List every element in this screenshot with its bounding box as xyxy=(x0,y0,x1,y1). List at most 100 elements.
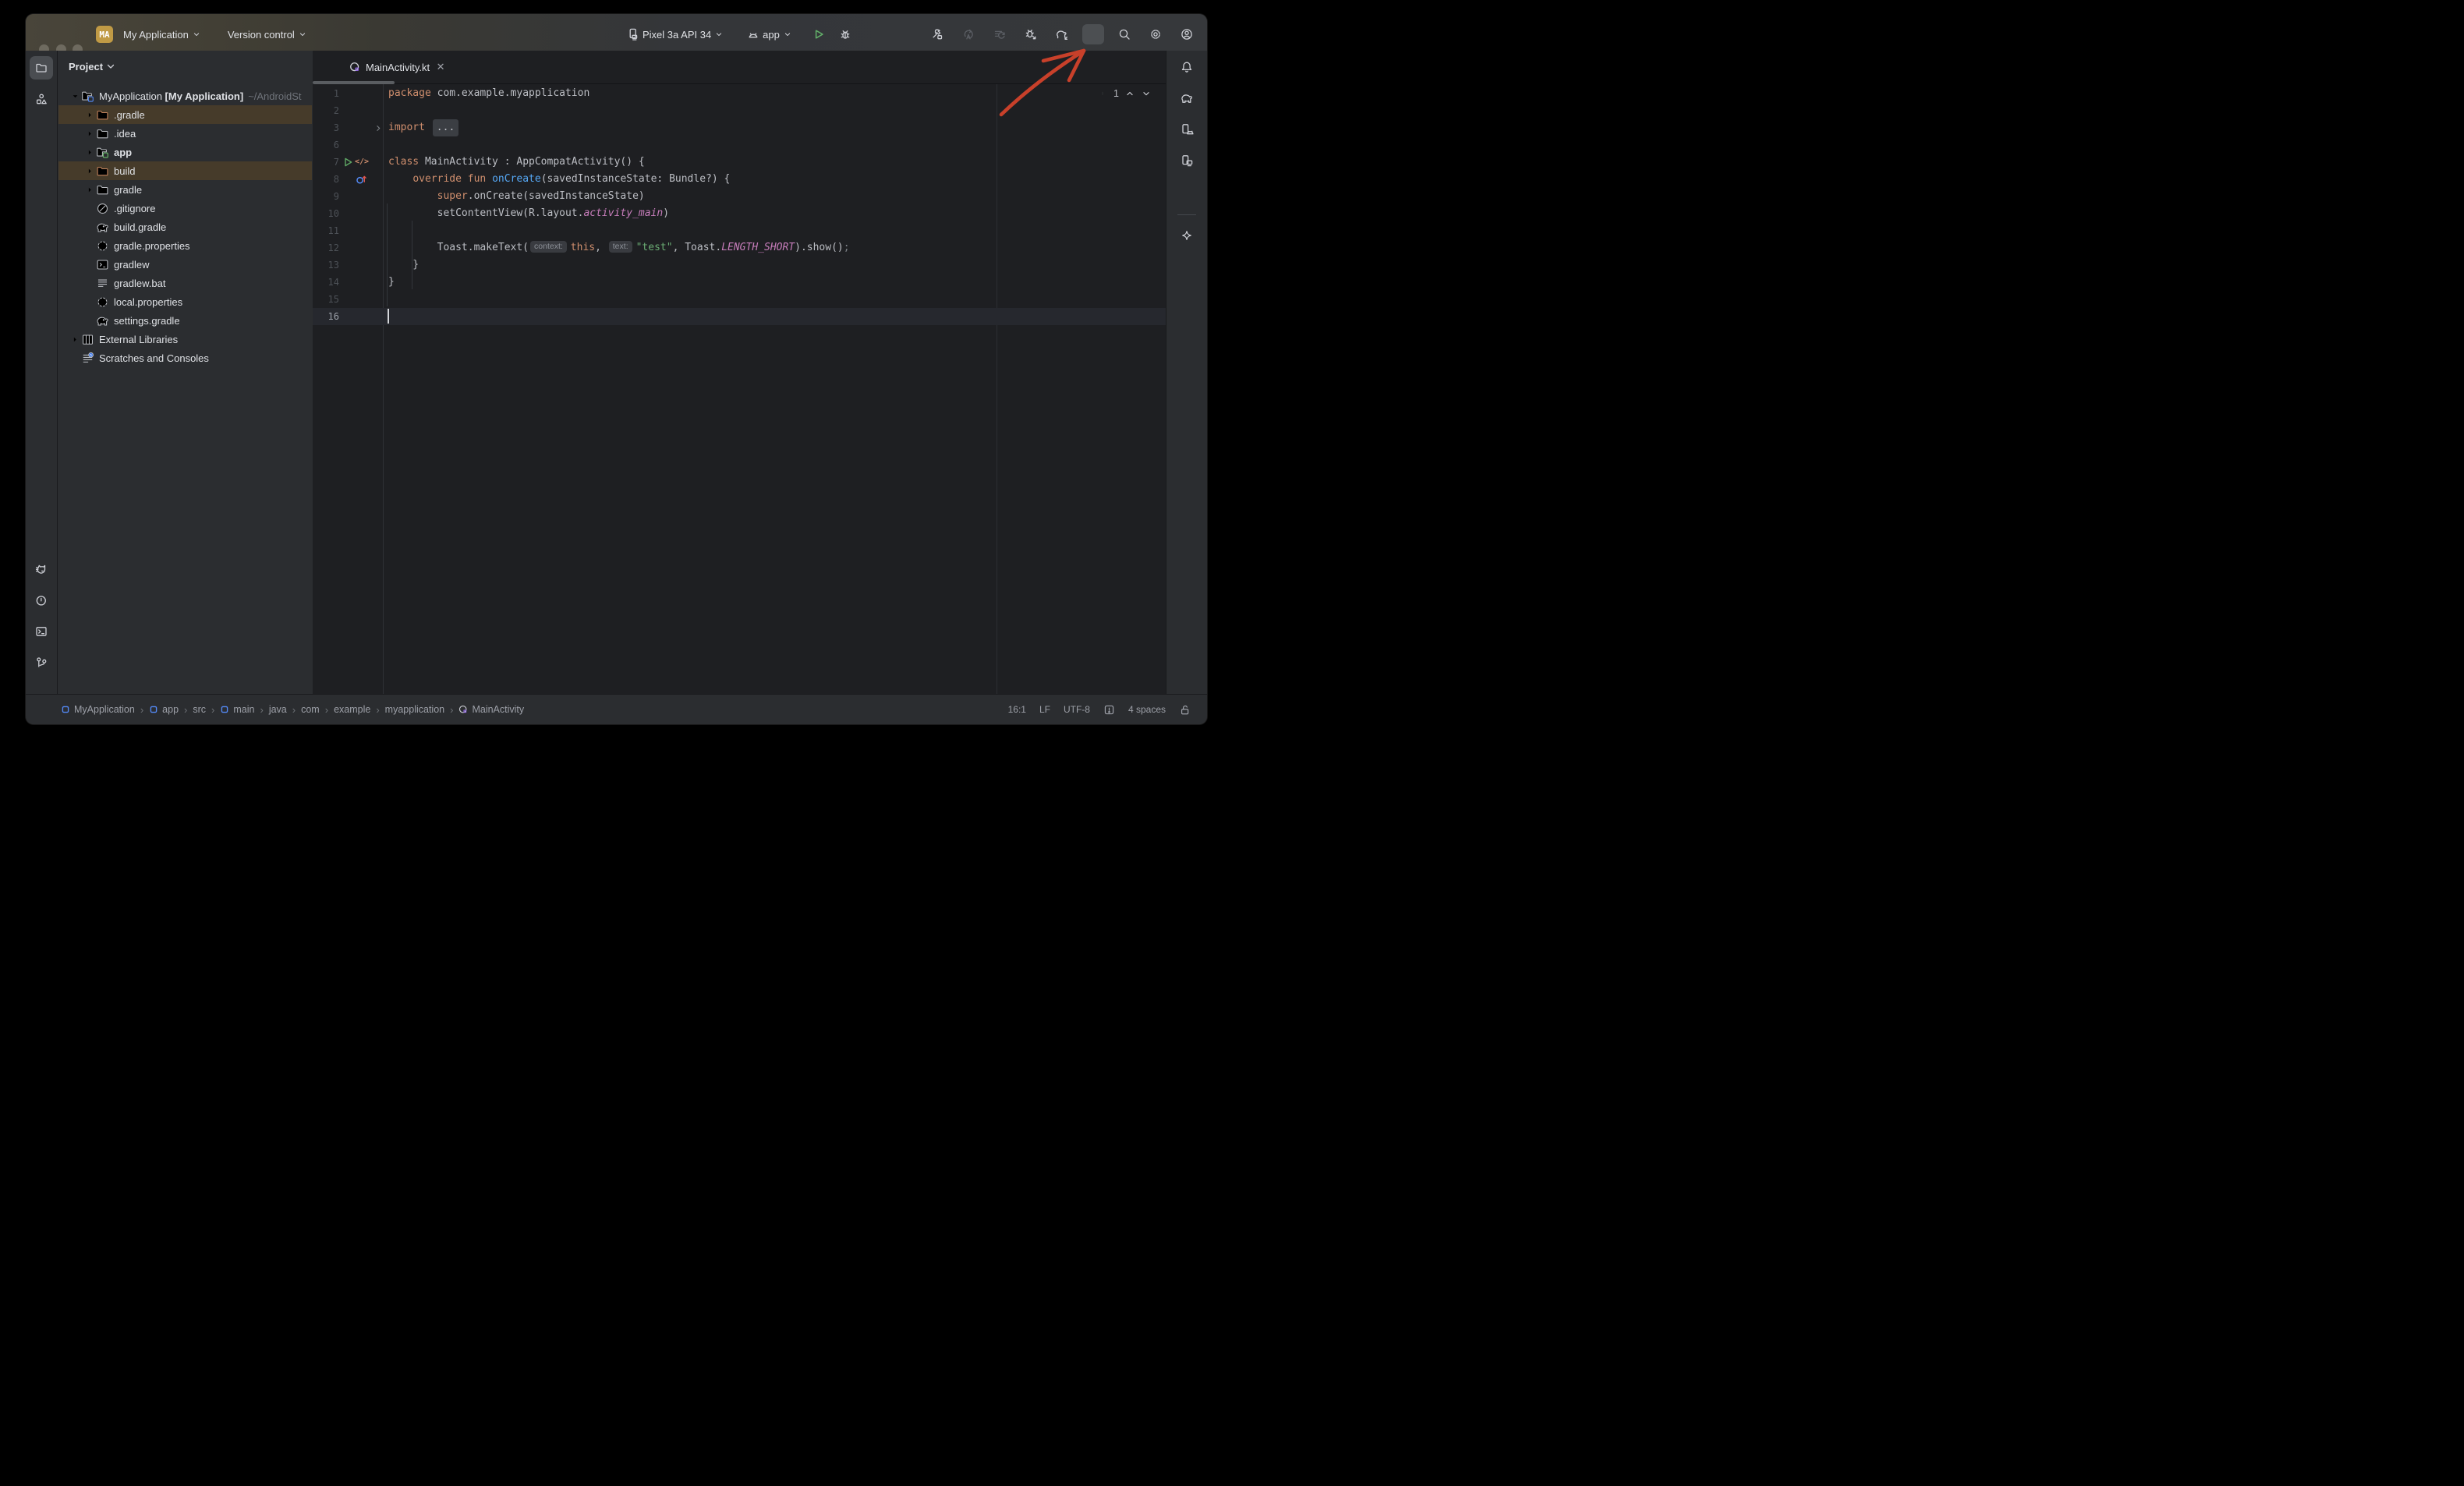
breadcrumb-myapplication[interactable]: MyApplication xyxy=(61,704,135,715)
breadcrumb-separator: › xyxy=(140,704,143,716)
breadcrumb-java[interactable]: java xyxy=(269,704,287,715)
running-devices-button[interactable] xyxy=(1175,149,1198,172)
plugin-button[interactable] xyxy=(1082,24,1104,44)
run-button[interactable] xyxy=(808,24,830,44)
tree-item-scratches-and-consoles[interactable]: Scratches and Consoles xyxy=(58,349,312,367)
chevron-right-icon[interactable] xyxy=(69,334,81,345)
breadcrumb-mainactivity[interactable]: MainActivity xyxy=(458,704,524,715)
chevron-right-icon[interactable] xyxy=(84,166,96,176)
tree-item--gitignore[interactable]: .gitignore xyxy=(58,199,312,218)
editor-tab-bar: MainActivity.kt ✕ xyxy=(313,51,1166,84)
code-line-6[interactable]: 6 xyxy=(313,136,1166,154)
chevron-down-icon[interactable] xyxy=(106,60,115,73)
tree-item-gradlew[interactable]: gradlew xyxy=(58,255,312,274)
next-problem-icon[interactable] xyxy=(1141,88,1152,99)
more-tool-windows-button[interactable] xyxy=(30,119,53,142)
gemini-button[interactable] xyxy=(1175,225,1198,248)
gradle-button[interactable] xyxy=(1175,87,1198,110)
code-line-15[interactable]: 15 xyxy=(313,291,1166,308)
code-line-1[interactable]: 1package com.example.myapplication xyxy=(313,85,1166,102)
code-line-14[interactable]: 14} xyxy=(313,274,1166,291)
related-xml-icon[interactable]: </> xyxy=(355,154,369,171)
tree-item-settings-gradle[interactable]: settings.gradle xyxy=(58,311,312,330)
breadcrumb-example[interactable]: example xyxy=(334,704,370,715)
file-encoding[interactable]: UTF-8 xyxy=(1064,704,1090,715)
read-write-lock-icon[interactable] xyxy=(1179,704,1191,716)
highlighting-level-icon[interactable] xyxy=(1103,704,1115,716)
settings-button[interactable] xyxy=(1145,24,1167,44)
device-selector[interactable]: Pixel 3a API 34 xyxy=(621,25,730,44)
caret-position[interactable]: 16:1 xyxy=(1008,704,1026,715)
breadcrumb-src[interactable]: src xyxy=(193,704,206,715)
chevron-right-icon[interactable] xyxy=(84,129,96,139)
chevron-down-icon[interactable] xyxy=(69,91,81,101)
code-line-9[interactable]: 9 super.onCreate(savedInstanceState) xyxy=(313,188,1166,205)
breadcrumb-main[interactable]: main xyxy=(220,704,254,715)
version-control-button[interactable] xyxy=(30,651,53,674)
build-button[interactable] xyxy=(926,24,948,44)
code-line-3[interactable]: 3import ... xyxy=(313,119,1166,136)
code-line-2[interactable]: 2 xyxy=(313,102,1166,119)
run-config-selector[interactable]: app xyxy=(741,25,798,44)
resource-manager-button[interactable] xyxy=(30,87,53,111)
tab-mainactivity[interactable]: MainActivity.kt ✕ xyxy=(342,51,454,83)
project-tool-button[interactable] xyxy=(30,56,53,80)
tree-item-local-properties[interactable]: local.properties xyxy=(58,292,312,311)
tree-item-gradle[interactable]: gradle xyxy=(58,180,312,199)
logcat-icon xyxy=(35,563,48,575)
notifications-button[interactable] xyxy=(1175,55,1198,79)
logcat-button[interactable] xyxy=(30,557,53,581)
tree-item-gradlew-bat[interactable]: gradlew.bat xyxy=(58,274,312,292)
tree-item-build-gradle[interactable]: build.gradle xyxy=(58,218,312,236)
search-everywhere-button[interactable] xyxy=(1113,24,1135,44)
attach-debugger-button[interactable] xyxy=(1020,24,1042,44)
code-line-12[interactable]: 12 Toast.makeText(context:this, text:"te… xyxy=(313,239,1166,257)
vcs-menu[interactable]: Version control xyxy=(221,26,313,44)
breadcrumb-myapplication[interactable]: myapplication xyxy=(385,704,444,715)
project-menu-label: My Application xyxy=(123,29,189,41)
tree-item--gradle[interactable]: .gradle xyxy=(58,105,312,124)
indent-style[interactable]: 4 spaces xyxy=(1128,704,1166,715)
tree-item-label: settings.gradle xyxy=(114,315,180,327)
previous-problem-icon[interactable] xyxy=(1124,88,1135,99)
plugin-tool-button[interactable] xyxy=(1175,180,1198,203)
line-separator[interactable]: LF xyxy=(1039,704,1050,715)
code-line-10[interactable]: 10 setContentView(R.layout.activity_main… xyxy=(313,205,1166,222)
sync-gradle-button[interactable] xyxy=(1051,24,1073,44)
breadcrumb-app[interactable]: app xyxy=(149,704,179,715)
chevron-right-icon[interactable] xyxy=(84,147,96,157)
tree-item-build[interactable]: build xyxy=(58,161,312,180)
tree-item-external-libraries[interactable]: External Libraries xyxy=(58,330,312,349)
horizontal-scrollbar-thumb[interactable] xyxy=(313,81,395,84)
chevron-right-icon[interactable] xyxy=(84,110,96,120)
code-line-8[interactable]: 8 override fun onCreate(savedInstanceSta… xyxy=(313,171,1166,188)
stripe-divider xyxy=(1177,214,1196,215)
tree-item--idea[interactable]: .idea xyxy=(58,124,312,143)
device-manager-button[interactable] xyxy=(1175,118,1198,141)
tree-item-myapplication[interactable]: MyApplication [My Application]~/AndroidS… xyxy=(58,87,312,105)
chevron-right-icon[interactable] xyxy=(84,185,96,195)
terminal-button[interactable] xyxy=(30,620,53,643)
run-line-icon[interactable] xyxy=(342,156,354,168)
code-area[interactable]: 1package com.example.myapplication23impo… xyxy=(313,84,1166,695)
plugin-bottom-button[interactable] xyxy=(1175,648,1198,671)
problems-button[interactable] xyxy=(30,589,53,612)
tree-item-label: .gradle xyxy=(114,109,145,121)
code-line-11[interactable]: 11 xyxy=(313,222,1166,239)
code-line-7[interactable]: 7</>class MainActivity : AppCompatActivi… xyxy=(313,154,1166,171)
project-menu[interactable]: My Application xyxy=(117,26,207,44)
tree-item-gradle-properties[interactable]: gradle.properties xyxy=(58,236,312,255)
debug-button[interactable] xyxy=(834,24,856,44)
breadcrumb-com[interactable]: com xyxy=(301,704,320,715)
editor-options-icon[interactable] xyxy=(1145,57,1158,69)
code-line-16[interactable]: 16 xyxy=(313,308,1166,325)
tree-item-path: ~/AndroidSt xyxy=(248,90,301,102)
code-line-13[interactable]: 13 } xyxy=(313,257,1166,274)
close-tab-icon[interactable]: ✕ xyxy=(435,61,446,73)
ignore-icon xyxy=(96,202,109,215)
overrides-method-icon[interactable] xyxy=(355,173,367,186)
tree-item-app[interactable]: app xyxy=(58,143,312,161)
inspections-widget[interactable]: 1 xyxy=(1097,88,1152,99)
more-run-options-button[interactable] xyxy=(861,24,883,44)
profile-button[interactable] xyxy=(1176,24,1198,44)
